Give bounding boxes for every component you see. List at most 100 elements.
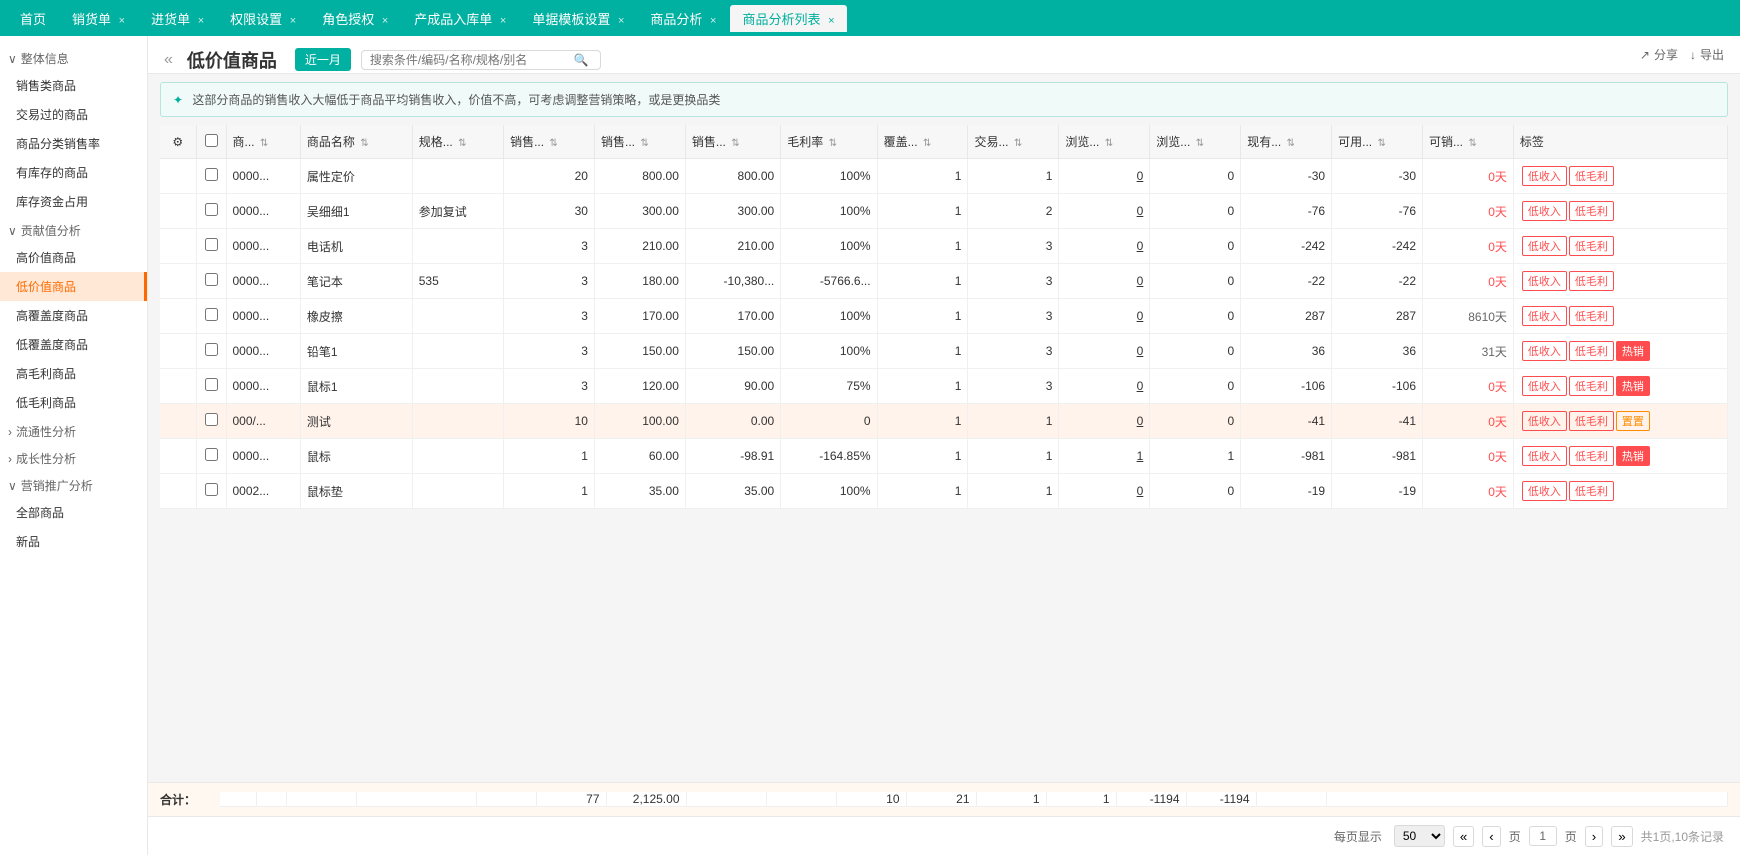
last-page-button[interactable]: » (1611, 826, 1632, 847)
th-settings[interactable]: ⚙ (160, 125, 196, 159)
nav-close-analysis[interactable]: × (710, 15, 716, 27)
td-checkbox[interactable] (196, 369, 226, 404)
browse-link[interactable]: 0 (1137, 414, 1144, 428)
td-checkbox[interactable] (196, 264, 226, 299)
per-page-select[interactable]: 50 100 200 (1394, 825, 1445, 847)
browse-link[interactable]: 0 (1137, 484, 1144, 498)
th-checkbox[interactable] (196, 125, 226, 159)
sidebar-section-overall[interactable]: ∨ 整体信息 (0, 44, 147, 71)
nav-purchase-order[interactable]: 进货单 × (139, 5, 216, 32)
td-browse1[interactable]: 1 (1059, 439, 1150, 474)
browse-link[interactable]: 0 (1137, 169, 1144, 183)
th-sales-cost[interactable]: 销售... ⇅ (685, 125, 780, 159)
sidebar-item-stocked-products[interactable]: 有库存的商品 (0, 158, 147, 187)
nav-home[interactable]: 首页 (8, 5, 58, 32)
sidebar-item-sales-products[interactable]: 销售类商品 (0, 71, 147, 100)
row-checkbox[interactable] (205, 203, 218, 216)
browse-link[interactable]: 1 (1137, 449, 1144, 463)
td-browse1[interactable]: 0 (1059, 334, 1150, 369)
td-checkbox[interactable] (196, 229, 226, 264)
prev-page-button[interactable]: ‹ (1482, 826, 1500, 847)
th-name[interactable]: 商品名称 ⇅ (300, 125, 412, 159)
nav-close-purchase[interactable]: × (198, 15, 204, 27)
th-margin[interactable]: 毛利率 ⇅ (781, 125, 877, 159)
nav-close-permission[interactable]: × (290, 15, 296, 27)
nav-close-role[interactable]: × (382, 15, 388, 27)
select-all-checkbox[interactable] (205, 134, 218, 147)
browse-link[interactable]: 0 (1137, 344, 1144, 358)
nav-product-analysis-list[interactable]: 商品分析列表 × (730, 5, 846, 32)
nav-close-inbound[interactable]: × (500, 15, 506, 27)
th-sales-amount[interactable]: 销售... ⇅ (594, 125, 685, 159)
row-checkbox[interactable] (205, 238, 218, 251)
th-current[interactable]: 现有... ⇅ (1241, 125, 1332, 159)
nav-close-sales[interactable]: × (119, 15, 125, 27)
row-checkbox[interactable] (205, 168, 218, 181)
sidebar-item-traded-products[interactable]: 交易过的商品 (0, 100, 147, 129)
export-button[interactable]: ↓ 导出 (1690, 46, 1724, 63)
sidebar-section-circulation[interactable]: › 流通性分析 (0, 417, 147, 444)
td-browse1[interactable]: 0 (1059, 229, 1150, 264)
search-icon[interactable]: 🔍 (574, 53, 589, 67)
nav-product-analysis[interactable]: 商品分析 × (638, 5, 728, 32)
nav-sales-order[interactable]: 销货单 × (60, 5, 137, 32)
sidebar-item-inventory-capital[interactable]: 库存资金占用 (0, 187, 147, 216)
td-checkbox[interactable] (196, 334, 226, 369)
th-trade[interactable]: 交易... ⇅ (968, 125, 1059, 159)
browse-link[interactable]: 0 (1137, 274, 1144, 288)
td-browse1[interactable]: 0 (1059, 299, 1150, 334)
nav-permission[interactable]: 权限设置 × (218, 5, 308, 32)
th-available[interactable]: 可用... ⇅ (1332, 125, 1423, 159)
td-browse1[interactable]: 0 (1059, 404, 1150, 439)
sidebar-item-low-coverage[interactable]: 低覆盖度商品 (0, 330, 147, 359)
browse-link[interactable]: 0 (1137, 379, 1144, 393)
td-browse1[interactable]: 0 (1059, 159, 1150, 194)
sidebar-item-new-products[interactable]: 新品 (0, 527, 147, 556)
td-browse1[interactable]: 0 (1059, 194, 1150, 229)
td-browse1[interactable]: 0 (1059, 264, 1150, 299)
filter-recent-month-button[interactable]: 近一月 (295, 48, 351, 71)
row-checkbox[interactable] (205, 378, 218, 391)
sidebar-section-growth[interactable]: › 成长性分析 (0, 444, 147, 471)
sidebar-section-contribution[interactable]: ∨ 贡献值分析 (0, 216, 147, 243)
sidebar-section-marketing[interactable]: ∨ 营销推广分析 (0, 471, 147, 498)
row-checkbox[interactable] (205, 413, 218, 426)
td-checkbox[interactable] (196, 474, 226, 509)
sidebar-collapse-button[interactable]: « (164, 51, 173, 69)
td-checkbox[interactable] (196, 439, 226, 474)
td-checkbox[interactable] (196, 299, 226, 334)
nav-role-auth[interactable]: 角色授权 × (310, 5, 400, 32)
next-page-button[interactable]: › (1585, 826, 1603, 847)
sidebar-item-high-value[interactable]: 高价值商品 (0, 243, 147, 272)
sidebar-item-category-sales-rate[interactable]: 商品分类销售率 (0, 129, 147, 158)
sidebar-item-all-products[interactable]: 全部商品 (0, 498, 147, 527)
nav-product-inbound[interactable]: 产成品入库单 × (402, 5, 518, 32)
share-button[interactable]: ↗ 分享 (1640, 46, 1678, 63)
td-browse1[interactable]: 0 (1059, 474, 1150, 509)
row-checkbox[interactable] (205, 308, 218, 321)
search-input[interactable] (370, 53, 570, 67)
nav-close-template[interactable]: × (618, 15, 624, 27)
sidebar-item-low-value[interactable]: 低价值商品 (0, 272, 147, 301)
td-browse1[interactable]: 0 (1059, 369, 1150, 404)
sidebar-item-high-margin[interactable]: 高毛利商品 (0, 359, 147, 388)
th-browse2[interactable]: 浏览... ⇅ (1150, 125, 1241, 159)
sidebar-item-high-coverage[interactable]: 高覆盖度商品 (0, 301, 147, 330)
first-page-button[interactable]: « (1453, 826, 1474, 847)
th-sales-count[interactable]: 销售... ⇅ (504, 125, 595, 159)
nav-template-settings[interactable]: 单据模板设置 × (520, 5, 636, 32)
th-coverage[interactable]: 覆盖... ⇅ (877, 125, 968, 159)
browse-link[interactable]: 0 (1137, 309, 1144, 323)
row-checkbox[interactable] (205, 448, 218, 461)
nav-close-analysis-list[interactable]: × (828, 15, 834, 27)
row-checkbox[interactable] (205, 343, 218, 356)
th-browse1[interactable]: 浏览... ⇅ (1059, 125, 1150, 159)
browse-link[interactable]: 0 (1137, 204, 1144, 218)
row-checkbox[interactable] (205, 273, 218, 286)
td-checkbox[interactable] (196, 159, 226, 194)
browse-link[interactable]: 0 (1137, 239, 1144, 253)
th-sellable[interactable]: 可销... ⇅ (1423, 125, 1514, 159)
td-checkbox[interactable] (196, 404, 226, 439)
th-code[interactable]: 商... ⇅ (226, 125, 300, 159)
sidebar-item-low-margin[interactable]: 低毛利商品 (0, 388, 147, 417)
